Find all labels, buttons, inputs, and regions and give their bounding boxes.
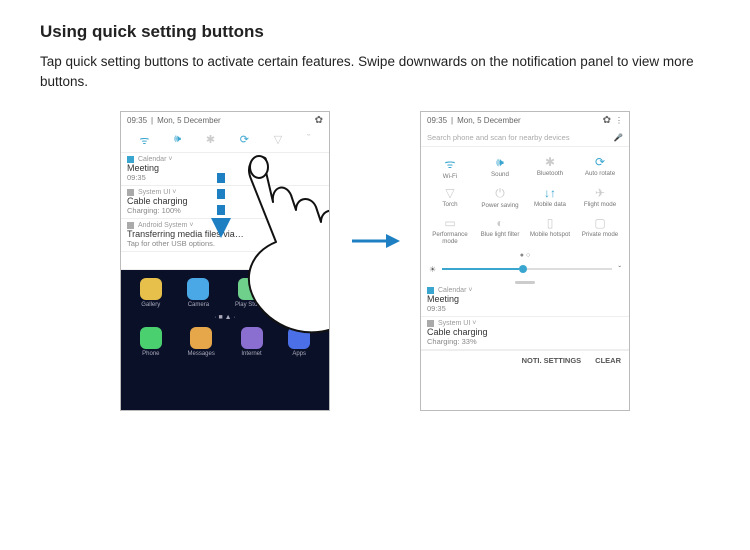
qs-hotspot[interactable]: ▯ Mobile hotspot [525, 216, 575, 246]
status-date: Mon, 5 December [157, 116, 221, 125]
app-messages[interactable]: Messages [187, 327, 214, 357]
status-bar: 09:35 | Mon, 5 December ✿ [121, 112, 329, 129]
qs-blue[interactable]: ◐ Blue light filter [475, 216, 525, 246]
wifi-icon[interactable]: ᯤ [139, 133, 149, 148]
qs-bt[interactable]: ✱ Bluetooth [525, 155, 575, 181]
status-time: 09:35 [427, 116, 447, 125]
notification[interactable]: System UI ˅ Cable chargingCharging: 100% [121, 186, 329, 219]
torch-icon[interactable]: ▽ [274, 133, 282, 148]
clear-button[interactable]: CLEAR [595, 356, 621, 365]
quick-settings-grid: ᯤ Wi-Fi 🕪 Sound ✱ Bluetooth ⟳ Auto rotat… [421, 147, 629, 250]
intro-text: Tap quick setting buttons to activate ce… [40, 52, 710, 93]
chevron-down-icon[interactable]: ˇ [618, 265, 621, 274]
app-play-store[interactable]: Play Store [235, 278, 263, 308]
phone-before: 09:35 | Mon, 5 December ✿ ᯤ 🕪 ✱ ⟳ ▽ ˇ Ca… [120, 111, 330, 411]
brightness-icon: ☀ [429, 265, 436, 274]
app-internet[interactable]: Internet [241, 327, 263, 357]
brightness-slider[interactable]: ☀ ˇ [421, 261, 629, 278]
quick-settings-row: ᯤ 🕪 ✱ ⟳ ▽ ˇ [121, 129, 329, 153]
page-indicator: · ■ ▲ · [127, 314, 323, 321]
app-apps[interactable]: Apps [288, 327, 310, 357]
qs-torch[interactable]: ▽ Torch [425, 186, 475, 210]
sound-icon[interactable]: 🕪 [174, 133, 181, 148]
qs-power[interactable]: ⏻ Power saving [475, 186, 525, 210]
figure-row: 09:35 | Mon, 5 December ✿ ᯤ 🕪 ✱ ⟳ ▽ ˇ Ca… [40, 111, 710, 411]
noti-settings-button[interactable]: NOTI. SETTING [121, 252, 329, 270]
qs-pager: ● ○ [421, 250, 629, 261]
status-bar: 09:35 | Mon, 5 December ✿ ⋮ [421, 112, 629, 129]
status-date: Mon, 5 December [457, 116, 521, 125]
qs-sound[interactable]: 🕪 Sound [475, 155, 525, 181]
notification[interactable]: Calendar ˅ Meeting09:35 [121, 153, 329, 186]
phone-after: 09:35 | Mon, 5 December ✿ ⋮ Search phone… [420, 111, 630, 411]
app-gallery[interactable]: Gallery [140, 278, 162, 308]
qs-data[interactable]: ↓↑ Mobile data [525, 186, 575, 210]
notification[interactable]: Calendar ˅ Meeting09:35 [421, 284, 629, 317]
app-camera[interactable]: Camera [187, 278, 209, 308]
noti-settings-button[interactable]: NOTI. SETTINGS [522, 356, 582, 365]
notification[interactable]: System UI ˅ Cable chargingCharging: 33% [421, 317, 629, 350]
page-heading: Using quick setting buttons [40, 22, 710, 42]
qs-flight[interactable]: ✈ Flight mode [575, 186, 625, 210]
gear-icon[interactable]: ✿ [315, 115, 323, 126]
home-screen: Gallery Camera Play Store Google · ■ ▲ ·… [121, 270, 329, 410]
app-google[interactable]: Google [288, 278, 310, 308]
app-phone[interactable]: Phone [140, 327, 162, 357]
status-time: 09:35 [127, 116, 147, 125]
rotate-icon[interactable]: ⟳ [240, 133, 249, 148]
gear-icon[interactable]: ✿ [603, 115, 611, 126]
qs-private[interactable]: ▢ Private mode [575, 216, 625, 246]
search-bar[interactable]: Search phone and scan for nearby devices… [421, 129, 629, 147]
expand-icon[interactable]: ˇ [307, 133, 311, 148]
notification[interactable]: Android System ˅ Transferring media file… [121, 219, 329, 252]
more-icon[interactable]: ⋮ [615, 116, 623, 125]
transition-arrow-icon [350, 231, 400, 251]
qs-wifi[interactable]: ᯤ Wi-Fi [425, 155, 475, 181]
bluetooth-icon[interactable]: ✱ [206, 133, 215, 148]
search-placeholder: Search phone and scan for nearby devices [427, 133, 570, 142]
qs-perf[interactable]: ▭ Performance mode [425, 216, 475, 246]
mic-icon[interactable]: 🎤 [614, 133, 623, 142]
qs-rotate[interactable]: ⟳ Auto rotate [575, 155, 625, 181]
